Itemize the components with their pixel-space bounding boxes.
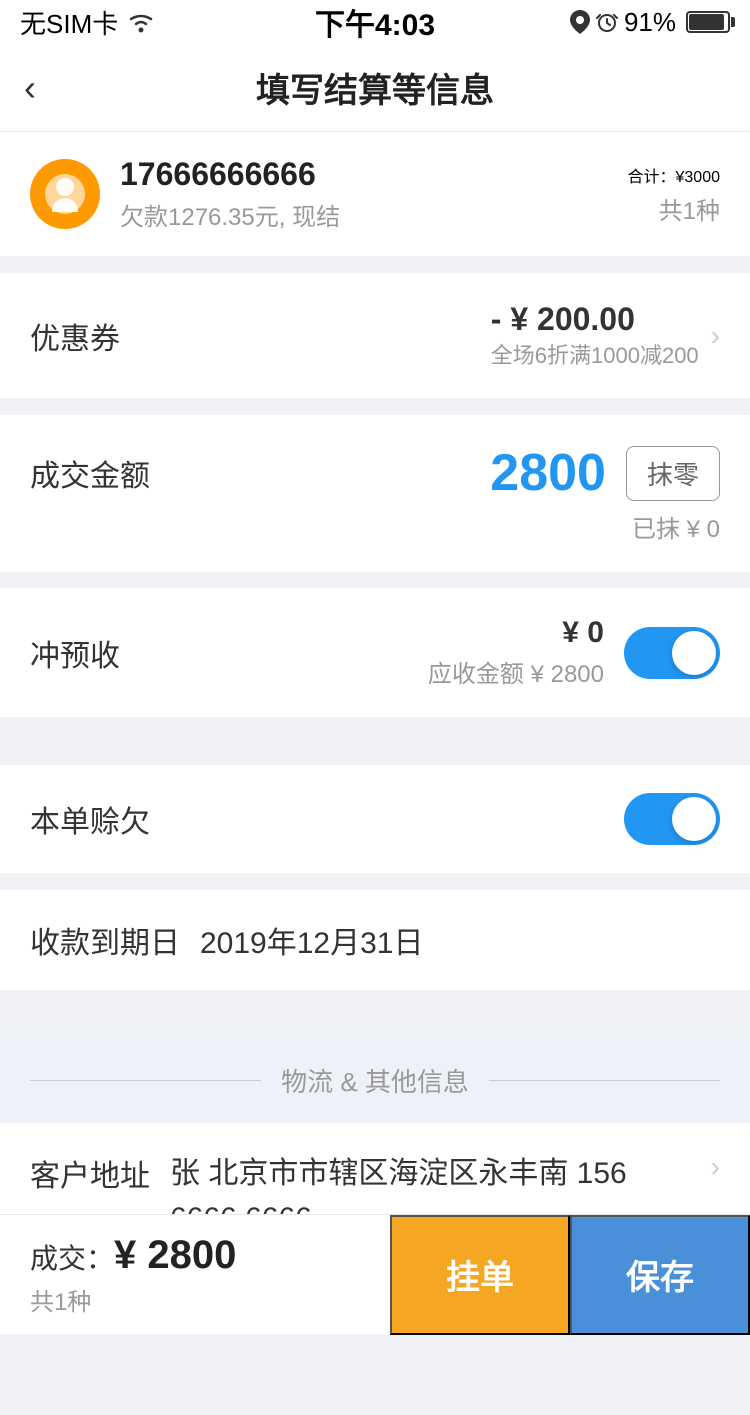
divider-2: [0, 733, 750, 749]
nav-bar: ‹ 填写结算等信息: [0, 44, 750, 132]
customer-details: 17666666666 欠款1276.35元, 现结: [120, 156, 340, 232]
status-time: 下午4:03: [315, 0, 435, 44]
arrears-section: 本单赊欠: [0, 765, 750, 873]
bottom-count: 共1种: [30, 1282, 360, 1317]
address-chevron-icon: ›: [711, 1151, 720, 1183]
header-line-left: [30, 1080, 261, 1081]
coupon-description: 全场6折满1000减200: [491, 338, 699, 370]
item-count: 共1种: [627, 191, 720, 226]
back-button[interactable]: ‹: [24, 67, 36, 109]
pre-receivable: 应收金额 ¥ 2800: [428, 654, 604, 689]
total-label-amount: 合计：¥3000: [627, 163, 720, 187]
bottom-deal: 成交：¥ 2800: [30, 1233, 360, 1278]
amount-section: 成交金额 2800 抹零 已抹 ¥ 0: [0, 415, 750, 572]
pre-receipt-right: ¥ 0 应收金额 ¥ 2800: [428, 616, 720, 689]
total-label: 合计：: [627, 169, 675, 186]
hang-button[interactable]: 挂单: [390, 1215, 570, 1335]
coupon-right: - ¥ 200.00 全场6折满1000减200 ›: [491, 301, 720, 370]
pre-receipt-section: 冲预收 ¥ 0 应收金额 ¥ 2800: [0, 588, 750, 717]
customer-phone: 17666666666: [120, 156, 340, 193]
due-date-label: 收款到期日: [30, 918, 180, 962]
due-date-section: 收款到期日 2019年12月31日: [0, 889, 750, 990]
amount-value: 2800: [490, 443, 606, 503]
amount-right: 2800 抹零: [490, 443, 720, 503]
amount-label: 成交金额: [30, 451, 150, 495]
status-carrier: 无SIM卡: [20, 4, 156, 41]
location-icon: [570, 10, 590, 34]
page-title: 填写结算等信息: [256, 63, 494, 112]
arrears-label: 本单赊欠: [30, 797, 150, 841]
pre-receipt-toggle[interactable]: [624, 627, 720, 679]
battery-percent: 91%: [624, 7, 676, 38]
bottom-bar: 成交：¥ 2800 共1种 挂单 保存: [0, 1214, 750, 1334]
customer-debt: 欠款1276.35元, 现结: [120, 197, 340, 232]
pre-receipt-label: 冲预收: [30, 631, 120, 675]
customer-total: 合计：¥3000 共1种: [627, 163, 720, 226]
avatar: [30, 159, 100, 229]
wifi-icon: [126, 11, 156, 33]
pre-amount: ¥ 0: [428, 616, 604, 650]
deal-label: 成交：: [30, 1243, 114, 1274]
avatar-icon: [45, 174, 85, 214]
logistics-section-label: 物流 & 其他信息: [281, 1062, 469, 1099]
address-label: 客户地址: [30, 1151, 150, 1195]
coupon-info: - ¥ 200.00 全场6折满1000减200: [491, 301, 699, 370]
total-amount: ¥3000: [676, 169, 721, 186]
deal-amount: ¥ 2800: [114, 1233, 236, 1277]
amount-sub: 已抹 ¥ 0: [30, 509, 720, 544]
status-bar: 无SIM卡 下午4:03 91%: [0, 0, 750, 44]
coupon-label: 优惠券: [30, 314, 120, 358]
logistics-header: 物流 & 其他信息: [0, 1038, 750, 1123]
battery-icon: [686, 11, 730, 33]
save-button[interactable]: 保存: [570, 1215, 750, 1335]
bottom-summary: 成交：¥ 2800 共1种: [0, 1233, 390, 1317]
carrier-text: 无SIM卡: [20, 4, 118, 41]
divider-3: [0, 1006, 750, 1022]
customer-info-section: 17666666666 欠款1276.35元, 现结 合计：¥3000 共1种: [0, 132, 750, 256]
arrears-toggle-knob: [672, 797, 716, 841]
header-line-right: [489, 1080, 720, 1081]
arrears-toggle[interactable]: [624, 793, 720, 845]
status-indicators: 91%: [570, 7, 730, 38]
round-button[interactable]: 抹零: [626, 446, 720, 501]
coupon-chevron-icon: ›: [711, 320, 720, 352]
alarm-icon: [596, 11, 618, 33]
due-date-value: 2019年12月31日: [200, 918, 423, 962]
coupon-discount: - ¥ 200.00: [491, 301, 699, 338]
toggle-knob: [672, 631, 716, 675]
divider-1: [0, 572, 750, 588]
coupon-section[interactable]: 优惠券 - ¥ 200.00 全场6折满1000减200 ›: [0, 272, 750, 399]
amount-row: 成交金额 2800 抹零: [30, 443, 720, 503]
customer-left: 17666666666 欠款1276.35元, 现结: [30, 156, 340, 232]
pre-amount-col: ¥ 0 应收金额 ¥ 2800: [428, 616, 604, 689]
